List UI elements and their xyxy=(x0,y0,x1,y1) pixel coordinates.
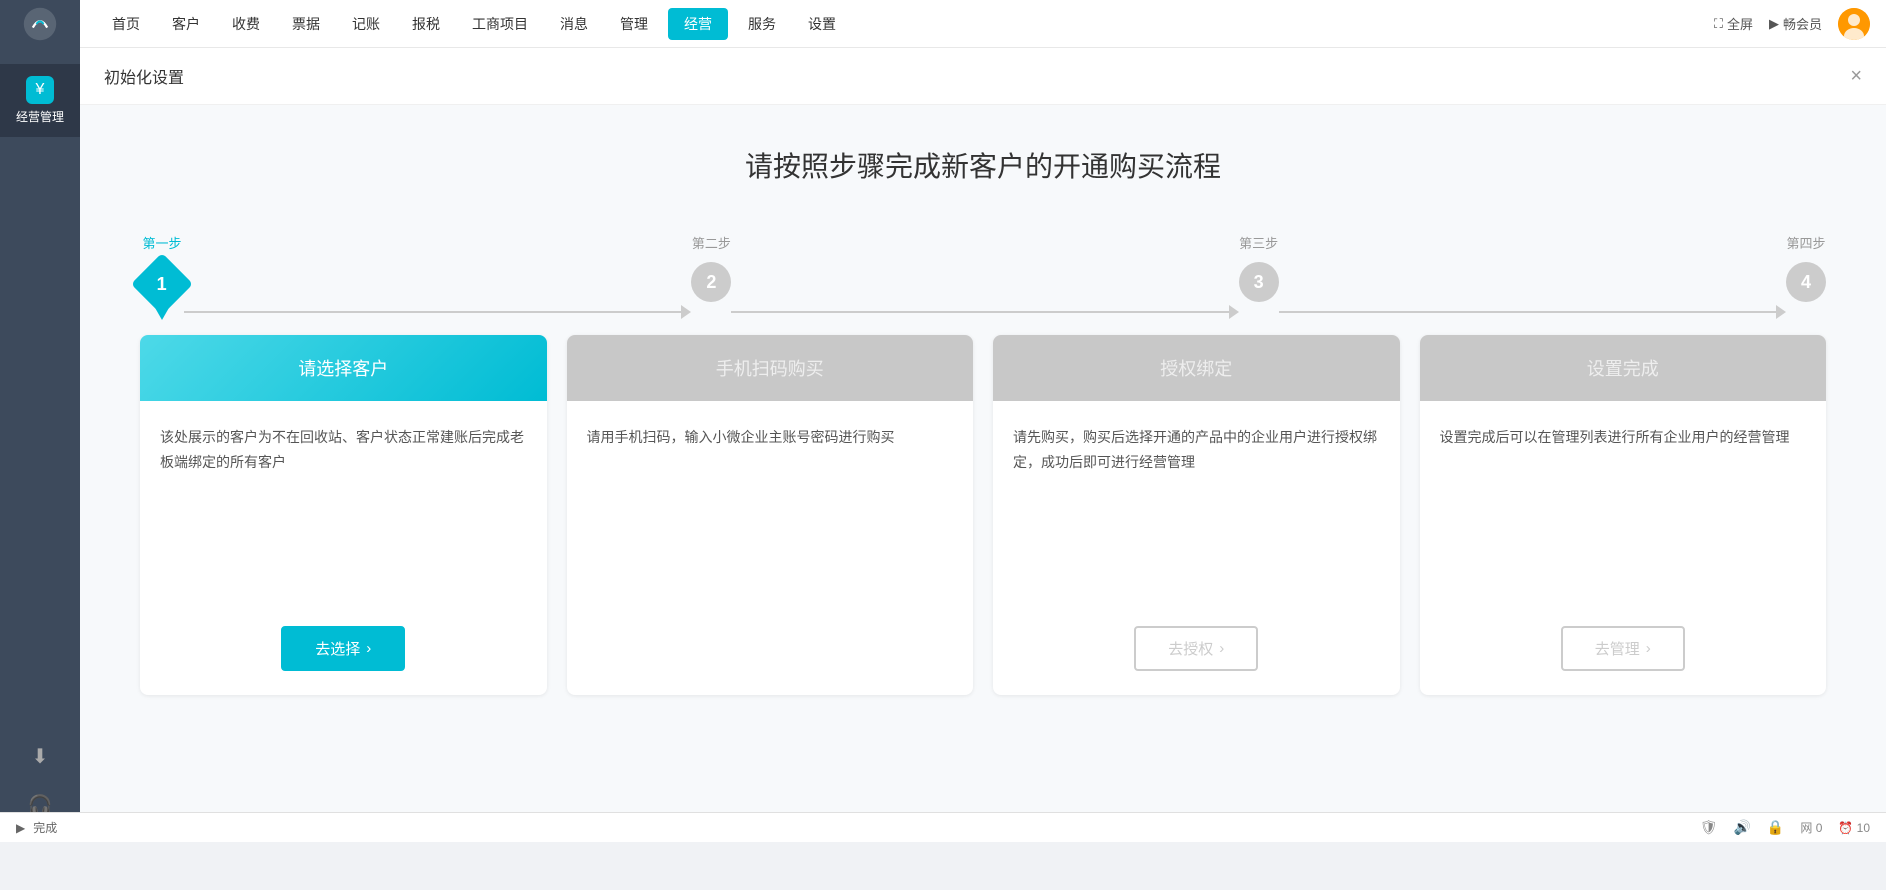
nav-right-area: ⛶ 全屏 ▶ 畅会员 xyxy=(1714,8,1870,40)
nav-invoice[interactable]: 票据 xyxy=(276,0,336,48)
nav-manage[interactable]: 管理 xyxy=(604,0,664,48)
download-icon[interactable]: ⬇ xyxy=(24,736,57,777)
vip-button[interactable]: ▶ 畅会员 xyxy=(1769,14,1822,33)
lock-icon: 🔒 xyxy=(1767,819,1784,836)
top-navigation: 首页 客户 收费 票据 记账 报税 工商项目 消息 管理 经营 服务 设置 ⛶ … xyxy=(80,0,1886,48)
step-1-block: 第一步 1 xyxy=(140,233,184,306)
step-3-circle: 3 xyxy=(1239,262,1279,302)
user-avatar[interactable] xyxy=(1838,8,1870,40)
wizard-wrapper: 请按照步骤完成新客户的开通购买流程 第一步 1 第二步 xyxy=(80,105,1886,813)
step-2-block: 第二步 2 xyxy=(691,233,731,302)
card-4-header: 设置完成 xyxy=(1420,335,1827,401)
card-1-footer: 去选择 › xyxy=(140,610,547,695)
close-button[interactable]: × xyxy=(1850,65,1862,88)
step-2-circle: 2 xyxy=(691,262,731,302)
cards-row: 请选择客户 该处展示的客户为不在回收站、客户状态正常建账后完成老板端绑定的所有客… xyxy=(140,335,1826,695)
card-1-title: 请选择客户 xyxy=(298,359,388,379)
step-4-block: 第四步 4 xyxy=(1786,233,1826,302)
connector-2-3 xyxy=(731,305,1238,319)
nav-service[interactable]: 服务 xyxy=(732,0,792,48)
step-2-label: 第二步 xyxy=(692,233,731,252)
step-1-arrow-down xyxy=(154,306,170,320)
play-status-icon: ▶ xyxy=(16,821,25,835)
card-2-header: 手机扫码购买 xyxy=(567,335,974,401)
status-bar: ▶ 完成 🛡 🔊 🔒 网 0 ⏰ 10 xyxy=(0,812,1886,842)
card-step-4: 设置完成 设置完成后可以在管理列表进行所有企业用户的经营管理 去管理 › xyxy=(1420,335,1827,695)
page-title: 初始化设置 xyxy=(104,64,184,88)
sidebar: ¥ 经营管理 ⬇ 🎧 xyxy=(0,48,80,842)
status-bar-right: 🛡 🔊 🔒 网 0 ⏰ 10 xyxy=(1700,819,1870,836)
connector-3-4 xyxy=(1279,305,1786,319)
step-3-block: 第三步 3 xyxy=(1239,233,1279,302)
step-4-number: 4 xyxy=(1801,272,1811,293)
nav-customer[interactable]: 客户 xyxy=(156,0,216,48)
nav-charge[interactable]: 收费 xyxy=(216,0,276,48)
card-2-title: 手机扫码购买 xyxy=(716,359,824,379)
operation-icon: ¥ xyxy=(26,76,54,104)
step-1-label: 第一步 xyxy=(142,233,181,252)
arrow-icon-3: › xyxy=(1219,640,1224,657)
nav-tax[interactable]: 报税 xyxy=(396,0,456,48)
card-step-1: 请选择客户 该处展示的客户为不在回收站、客户状态正常建账后完成老板端绑定的所有客… xyxy=(140,335,547,695)
card-1-body: 该处展示的客户为不在回收站、客户状态正常建账后完成老板端绑定的所有客户 xyxy=(140,401,547,610)
card-1-header: 请选择客户 xyxy=(140,335,547,401)
nav-home[interactable]: 首页 xyxy=(96,0,156,48)
shield-icon: 🛡 xyxy=(1700,819,1718,836)
page-header: 初始化设置 × xyxy=(80,48,1886,105)
card-3-title: 授权绑定 xyxy=(1160,359,1232,379)
go-manage-button[interactable]: 去管理 › xyxy=(1561,626,1685,671)
go-select-button[interactable]: 去选择 › xyxy=(281,626,405,671)
main-content: 初始化设置 × 请按照步骤完成新客户的开通购买流程 第一步 1 xyxy=(80,48,1886,813)
network-icon: 网 0 xyxy=(1800,819,1822,836)
card-3-footer: 去授权 › xyxy=(993,610,1400,695)
play-icon: ▶ xyxy=(1769,16,1779,32)
arrow-icon-4: › xyxy=(1646,640,1651,657)
step-2-number: 2 xyxy=(706,272,716,293)
step-1-circle-wrapper: 1 xyxy=(140,262,184,306)
go-authorize-button[interactable]: 去授权 › xyxy=(1134,626,1258,671)
status-label: 完成 xyxy=(33,819,57,836)
volume-icon: 🔊 xyxy=(1733,819,1750,836)
step-4-circle: 4 xyxy=(1786,262,1826,302)
fullscreen-button[interactable]: ⛶ 全屏 xyxy=(1714,14,1753,33)
sidebar-item-label: 经营管理 xyxy=(16,108,64,125)
nav-accounting[interactable]: 记账 xyxy=(336,0,396,48)
card-3-header: 授权绑定 xyxy=(993,335,1400,401)
connector-1-2 xyxy=(184,305,691,319)
step-3-label: 第三步 xyxy=(1239,233,1278,252)
step-4-label: 第四步 xyxy=(1786,233,1825,252)
arrow-icon: › xyxy=(366,640,371,657)
nav-message[interactable]: 消息 xyxy=(544,0,604,48)
card-3-body: 请先购买，购买后选择开通的产品中的企业用户进行授权绑定，成功后即可进行经营管理 xyxy=(993,401,1400,610)
nav-settings[interactable]: 设置 xyxy=(792,0,852,48)
nav-operation[interactable]: 经营 xyxy=(668,8,728,40)
card-4-footer: 去管理 › xyxy=(1420,610,1827,695)
card-step-3: 授权绑定 请先购买，购买后选择开通的产品中的企业用户进行授权绑定，成功后即可进行… xyxy=(993,335,1400,695)
sidebar-item-operation[interactable]: ¥ 经营管理 xyxy=(0,64,80,137)
steps-progress: 第一步 1 第二步 2 xyxy=(140,233,1826,319)
card-4-title: 设置完成 xyxy=(1587,359,1659,379)
card-4-body: 设置完成后可以在管理列表进行所有企业用户的经营管理 xyxy=(1420,401,1827,610)
card-2-body: 请用手机扫码，输入小微企业主账号密码进行购买 xyxy=(567,401,974,655)
clock-icon: ⏰ 10 xyxy=(1838,821,1870,835)
card-2-footer xyxy=(567,655,974,695)
nav-business[interactable]: 工商项目 xyxy=(456,0,544,48)
wizard-title: 请按照步骤完成新客户的开通购买流程 xyxy=(140,145,1826,185)
step-3-number: 3 xyxy=(1254,272,1264,293)
card-step-2: 手机扫码购买 请用手机扫码，输入小微企业主账号密码进行购买 xyxy=(567,335,974,695)
app-logo xyxy=(0,0,80,48)
fullscreen-icon: ⛶ xyxy=(1714,16,1723,32)
step-1-number: 1 xyxy=(157,273,167,294)
